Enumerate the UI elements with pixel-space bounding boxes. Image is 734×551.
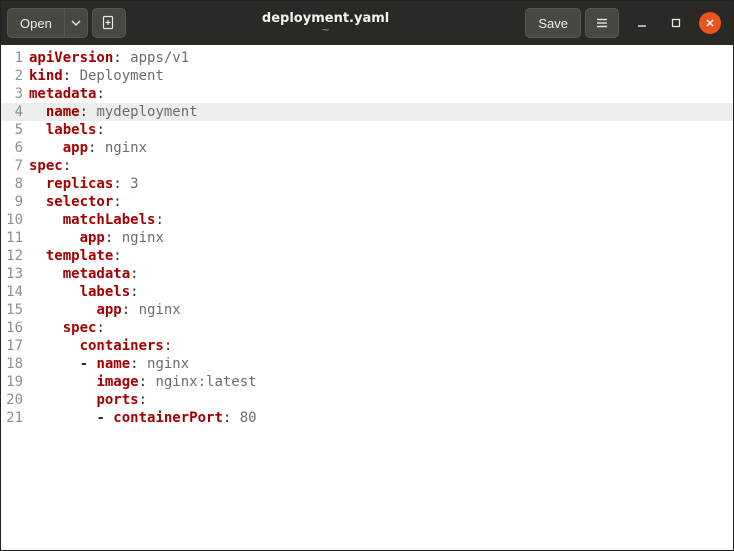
code-content: labels: — [27, 121, 105, 139]
line-number: 15 — [1, 301, 27, 319]
document-subtitle: ~ — [130, 25, 522, 36]
title-area: deployment.yaml ~ — [130, 11, 522, 36]
code-content: labels: — [27, 283, 139, 301]
line-number: 13 — [1, 265, 27, 283]
window-controls — [631, 12, 721, 34]
code-content: - name: nginx — [27, 355, 189, 373]
code-content: spec: — [27, 157, 71, 175]
code-content: app: nginx — [27, 139, 147, 157]
line-number: 6 — [1, 139, 27, 157]
new-document-icon — [101, 15, 117, 31]
line-number: 20 — [1, 391, 27, 409]
line-number: 14 — [1, 283, 27, 301]
code-line[interactable]: 20 ports: — [1, 391, 733, 409]
code-line[interactable]: 13 metadata: — [1, 265, 733, 283]
code-content: matchLabels: — [27, 211, 164, 229]
code-line[interactable]: 7spec: — [1, 157, 733, 175]
minimize-button[interactable] — [631, 12, 653, 34]
code-line[interactable]: 11 app: nginx — [1, 229, 733, 247]
code-line[interactable]: 10 matchLabels: — [1, 211, 733, 229]
line-number: 16 — [1, 319, 27, 337]
line-number: 4 — [1, 103, 27, 121]
code-content: metadata: — [27, 85, 105, 103]
code-content: spec: — [27, 319, 105, 337]
new-tab-button[interactable] — [92, 8, 126, 38]
code-line[interactable]: 12 template: — [1, 247, 733, 265]
code-content: metadata: — [27, 265, 139, 283]
line-number: 5 — [1, 121, 27, 139]
line-number: 19 — [1, 373, 27, 391]
line-number: 18 — [1, 355, 27, 373]
code-line[interactable]: 8 replicas: 3 — [1, 175, 733, 193]
code-line[interactable]: 5 labels: — [1, 121, 733, 139]
save-button[interactable]: Save — [525, 8, 581, 38]
line-number: 2 — [1, 67, 27, 85]
code-line[interactable]: 18 - name: nginx — [1, 355, 733, 373]
code-line[interactable]: 4 name: mydeployment — [1, 103, 733, 121]
line-number: 9 — [1, 193, 27, 211]
code-content: containers: — [27, 337, 172, 355]
code-content: image: nginx:latest — [27, 373, 257, 391]
line-number: 1 — [1, 49, 27, 67]
hamburger-icon — [595, 16, 609, 30]
code-line[interactable]: 21 - containerPort: 80 — [1, 409, 733, 427]
line-number: 7 — [1, 157, 27, 175]
line-number: 12 — [1, 247, 27, 265]
code-line[interactable]: 16 spec: — [1, 319, 733, 337]
titlebar: Open deployment.yaml ~ Save — [1, 1, 733, 45]
code-content: app: nginx — [27, 301, 181, 319]
open-button[interactable]: Open — [7, 8, 64, 38]
code-content: selector: — [27, 193, 122, 211]
editor-area[interactable]: 1apiVersion: apps/v12kind: Deployment3me… — [1, 45, 733, 550]
open-dropdown-button[interactable] — [64, 8, 88, 38]
code-content: apiVersion: apps/v1 — [27, 49, 189, 67]
maximize-icon — [670, 17, 682, 29]
code-line[interactable]: 6 app: nginx — [1, 139, 733, 157]
close-icon — [705, 18, 715, 28]
line-number: 8 — [1, 175, 27, 193]
code-content: template: — [27, 247, 122, 265]
editor-window: Open deployment.yaml ~ Save — [0, 0, 734, 551]
chevron-down-icon — [71, 18, 81, 28]
code-line[interactable]: 1apiVersion: apps/v1 — [1, 49, 733, 67]
line-number: 21 — [1, 409, 27, 427]
line-number: 11 — [1, 229, 27, 247]
code-line[interactable]: 17 containers: — [1, 337, 733, 355]
code-content: kind: Deployment — [27, 67, 164, 85]
code-content: replicas: 3 — [27, 175, 139, 193]
code-line[interactable]: 9 selector: — [1, 193, 733, 211]
line-number: 17 — [1, 337, 27, 355]
code-line[interactable]: 15 app: nginx — [1, 301, 733, 319]
code-content: app: nginx — [27, 229, 164, 247]
code-content: ports: — [27, 391, 147, 409]
maximize-button[interactable] — [665, 12, 687, 34]
line-number: 10 — [1, 211, 27, 229]
document-title: deployment.yaml — [130, 11, 522, 26]
code-line[interactable]: 19 image: nginx:latest — [1, 373, 733, 391]
code-line[interactable]: 3metadata: — [1, 85, 733, 103]
code-line[interactable]: 2kind: Deployment — [1, 67, 733, 85]
minimize-icon — [636, 17, 648, 29]
close-button[interactable] — [699, 12, 721, 34]
code-line[interactable]: 14 labels: — [1, 283, 733, 301]
menu-button[interactable] — [585, 8, 619, 38]
code-content: name: mydeployment — [27, 103, 198, 121]
code-content: - containerPort: 80 — [27, 409, 257, 427]
line-number: 3 — [1, 85, 27, 103]
